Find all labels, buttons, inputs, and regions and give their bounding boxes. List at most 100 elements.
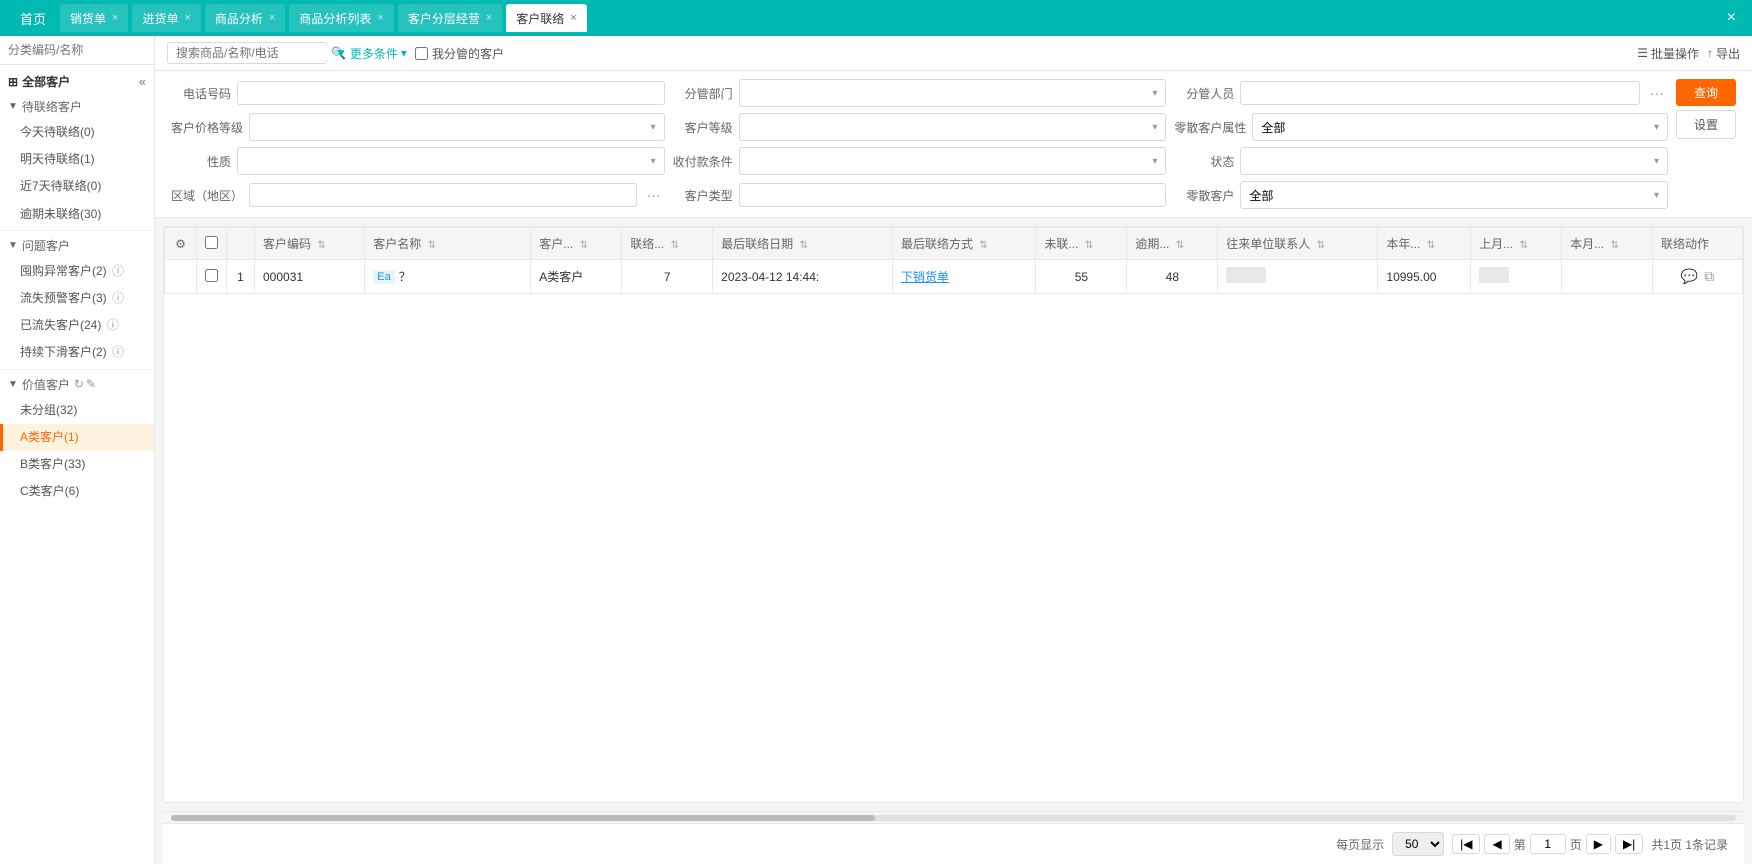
cust-type-input[interactable] bbox=[739, 183, 1167, 207]
col-last-method[interactable]: 最后联络方式 ⇅ bbox=[892, 228, 1035, 260]
filter-my-checkbox[interactable] bbox=[415, 47, 428, 60]
col-this-year[interactable]: 本年... ⇅ bbox=[1378, 228, 1471, 260]
dept-label: 分管部门 bbox=[673, 85, 733, 102]
filter-more-btn[interactable]: ▼ 更多条件 ▾ bbox=[335, 45, 407, 62]
row-last-method[interactable]: 下销货单 bbox=[901, 270, 949, 284]
col-last-month[interactable]: 上月... ⇅ bbox=[1471, 228, 1562, 260]
nav-tab-sales-close[interactable]: × bbox=[112, 12, 118, 24]
nature-select[interactable]: ▾ bbox=[237, 147, 665, 175]
cust-grade-arrow: ▾ bbox=[1152, 122, 1157, 133]
col-uncontacted[interactable]: 未联... ⇅ bbox=[1036, 228, 1127, 260]
sidebar-item-tomorrow[interactable]: 明天待联络(1) bbox=[0, 146, 154, 173]
col-overdue[interactable]: 逾期... ⇅ bbox=[1127, 228, 1218, 260]
select-all-checkbox[interactable] bbox=[205, 236, 218, 249]
dept-select[interactable]: ▾ bbox=[739, 79, 1167, 107]
sidebar-collapse-btn[interactable]: « bbox=[139, 74, 146, 89]
h-scrollbar-track bbox=[171, 815, 1736, 821]
page-input[interactable] bbox=[1530, 834, 1566, 854]
nav-tab-analysis-list[interactable]: 商品分析列表 × bbox=[289, 4, 393, 32]
sidebar-item-overdue[interactable]: 逾期未联络(30) bbox=[0, 201, 154, 228]
sidebar-group-pending[interactable]: ▼ 待联络客户 bbox=[0, 94, 154, 119]
sidebar-item-unclassified[interactable]: 未分组(32) bbox=[0, 397, 154, 424]
nav-tab-sales[interactable]: 销货单 × bbox=[60, 4, 128, 32]
manager-input[interactable] bbox=[1240, 81, 1640, 105]
col-category[interactable]: 客户... ⇅ bbox=[531, 228, 622, 260]
nav-close-all[interactable]: × bbox=[1719, 9, 1744, 27]
col-contact[interactable]: 联络... ⇅ bbox=[622, 228, 713, 260]
phone-label: 电话号码 bbox=[171, 85, 231, 102]
phone-input[interactable] bbox=[237, 81, 665, 105]
col-last-date[interactable]: 最后联络日期 ⇅ bbox=[713, 228, 893, 260]
row-this-year: 10995.00 bbox=[1386, 270, 1436, 284]
last-page-btn[interactable]: ▶| bbox=[1615, 834, 1643, 854]
sidebar-item-class-c[interactable]: C类客户(6) bbox=[0, 478, 154, 505]
first-page-btn[interactable]: |◀ bbox=[1452, 834, 1480, 854]
edit-icon[interactable]: ✎ bbox=[86, 377, 96, 391]
status-select[interactable]: ▾ bbox=[1240, 147, 1668, 175]
nav-tab-purchase-close[interactable]: × bbox=[184, 12, 190, 24]
payment-select[interactable]: ▾ bbox=[739, 147, 1167, 175]
sidebar-all-customers-header: ⊞ 全部客户 « bbox=[0, 65, 154, 94]
export-btn[interactable]: ↑ 导出 bbox=[1707, 45, 1740, 62]
price-grade-select[interactable]: ▾ bbox=[249, 113, 665, 141]
nature-arrow: ▾ bbox=[651, 156, 656, 167]
sidebar-search-input[interactable] bbox=[8, 43, 155, 57]
sidebar-group-problem[interactable]: ▼ 问题客户 bbox=[0, 233, 154, 258]
h-scrollbar-thumb[interactable] bbox=[171, 815, 875, 821]
nav-tab-customer-contact-close[interactable]: × bbox=[570, 12, 576, 24]
batch-op-btn[interactable]: ☰ 批量操作 bbox=[1637, 45, 1699, 62]
nav-home[interactable]: 首页 bbox=[8, 9, 58, 28]
col-name[interactable]: 客户名称 ⇅ bbox=[365, 228, 531, 260]
col-code-label: 客户编码 bbox=[263, 237, 311, 251]
region-input[interactable] bbox=[249, 183, 637, 207]
filter-search-input[interactable] bbox=[176, 46, 331, 60]
nav-tab-purchase[interactable]: 进货单 × bbox=[132, 4, 200, 32]
sidebar-group-value[interactable]: ▼ 价值客户 ↻ ✎ bbox=[0, 372, 154, 397]
col-this-month[interactable]: 本月... ⇅ bbox=[1562, 228, 1653, 260]
link-icon-btn[interactable]: ⧉ bbox=[1704, 268, 1714, 285]
sidebar-item-declining[interactable]: 持续下滑客户(2) ⓘ bbox=[0, 339, 154, 366]
sidebar-item-lost[interactable]: 已流失客户(24) ⓘ bbox=[0, 312, 154, 339]
nav-tab-analysis-close[interactable]: × bbox=[269, 12, 275, 24]
sidebar-item-class-b[interactable]: B类客户(33) bbox=[0, 451, 154, 478]
gear-icon[interactable]: ⚙ bbox=[175, 237, 186, 251]
message-icon-btn[interactable]: 💬 bbox=[1681, 268, 1698, 285]
sidebar-item-loss-warning[interactable]: 流失预警客户(3) ⓘ bbox=[0, 285, 154, 312]
cust-grade-select[interactable]: ▾ bbox=[739, 113, 1167, 141]
refresh-icon[interactable]: ↻ bbox=[74, 377, 84, 391]
col-gear[interactable]: ⚙ bbox=[165, 228, 197, 260]
region-dots[interactable]: ··· bbox=[643, 187, 665, 203]
manager-dots[interactable]: ··· bbox=[1646, 85, 1668, 101]
per-page-select[interactable]: 50 bbox=[1392, 832, 1444, 856]
row-unit-contact-placeholder bbox=[1226, 267, 1266, 283]
sidebar-item-today[interactable]: 今天待联络(0) bbox=[0, 119, 154, 146]
col-name-label: 客户名称 bbox=[373, 237, 421, 251]
filter-more-label: 更多条件 bbox=[350, 45, 398, 62]
row-contact: 7 bbox=[664, 270, 671, 284]
top-nav: 首页 销货单 × 进货单 × 商品分析 × 商品分析列表 × 客户分层经营 × … bbox=[0, 0, 1752, 36]
row-checkbox[interactable] bbox=[205, 269, 218, 282]
nav-tab-analysis[interactable]: 商品分析 × bbox=[205, 4, 285, 32]
filter-cell-nature: 性质 ▾ bbox=[171, 147, 665, 175]
table-row: 1 000031 Ea ？ A类客户 bbox=[165, 260, 1743, 294]
sidebar-item-hoarding[interactable]: 囤购异常客户(2) ⓘ bbox=[0, 258, 154, 285]
col-unit-contact-label: 往来单位联系人 bbox=[1226, 237, 1310, 251]
pending-arrow-icon: ▼ bbox=[8, 101, 18, 112]
retail-attr-select[interactable]: 全部 ▾ bbox=[1252, 113, 1668, 141]
col-code[interactable]: 客户编码 ⇅ bbox=[255, 228, 365, 260]
nav-tab-customer-layer[interactable]: 客户分层经营 × bbox=[398, 4, 502, 32]
nav-tab-customer-layer-close[interactable]: × bbox=[486, 12, 492, 24]
nav-tab-analysis-list-close[interactable]: × bbox=[377, 12, 383, 24]
filter-cell-cust-grade: 客户等级 ▾ bbox=[673, 113, 1167, 141]
col-last-month-label: 上月... bbox=[1479, 237, 1513, 251]
row-code: 000031 bbox=[263, 270, 303, 284]
col-unit-contact[interactable]: 往来单位联系人 ⇅ bbox=[1218, 228, 1378, 260]
sidebar-item-class-a[interactable]: A类客户(1) bbox=[0, 424, 154, 451]
settings-btn[interactable]: 设置 bbox=[1676, 110, 1736, 139]
retail-cust-select[interactable]: 全部 ▾ bbox=[1240, 181, 1668, 209]
query-btn[interactable]: 查询 bbox=[1676, 79, 1736, 106]
nav-tab-customer-contact[interactable]: 客户联络 × bbox=[506, 4, 586, 32]
prev-page-btn[interactable]: ◀ bbox=[1484, 834, 1509, 854]
sidebar-item-7days[interactable]: 近7天待联络(0) bbox=[0, 173, 154, 200]
next-page-btn[interactable]: ▶ bbox=[1586, 834, 1611, 854]
